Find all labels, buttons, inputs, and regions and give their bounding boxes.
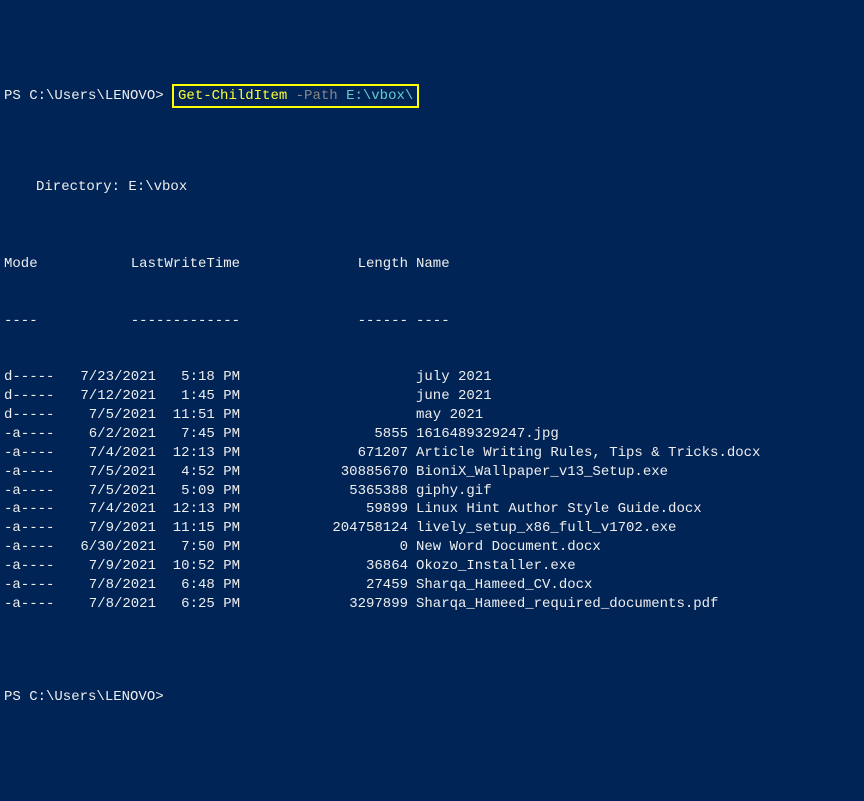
cell-mode: -a---- xyxy=(4,500,64,519)
cell-name: New Word Document.docx xyxy=(416,538,860,557)
table-row: -a---- 7/9/2021 11:15 PM204758124lively_… xyxy=(4,519,860,538)
cell-name: Article Writing Rules, Tips & Tricks.doc… xyxy=(416,444,860,463)
header-name: Name xyxy=(416,255,860,274)
cell-name: may 2021 xyxy=(416,406,860,425)
table-row: -a---- 7/4/2021 12:13 PM59899Linux Hint … xyxy=(4,500,860,519)
cell-mode: -a---- xyxy=(4,557,64,576)
cell-mode: -a---- xyxy=(4,444,64,463)
cell-datetime: 7/9/2021 11:15 PM xyxy=(64,519,248,538)
table-row: -a---- 7/8/2021 6:48 PM27459Sharqa_Hamee… xyxy=(4,576,860,595)
table-row: d----- 7/5/2021 11:51 PM may 2021 xyxy=(4,406,860,425)
cell-length xyxy=(248,406,416,425)
table-row: -a---- 6/30/2021 7:50 PM0New Word Docume… xyxy=(4,538,860,557)
cell-mode: -a---- xyxy=(4,576,64,595)
cell-mode: -a---- xyxy=(4,519,64,538)
cell-mode: -a---- xyxy=(4,463,64,482)
cell-mode: -a---- xyxy=(4,595,64,614)
cell-name: july 2021 xyxy=(416,368,860,387)
cell-name: 1616489329247.jpg xyxy=(416,425,860,444)
cell-length: 3297899 xyxy=(248,595,416,614)
cell-length: 5365388 xyxy=(248,482,416,501)
cell-length: 0 xyxy=(248,538,416,557)
cell-name: BioniX_Wallpaper_v13_Setup.exe xyxy=(416,463,860,482)
table-row: -a---- 7/5/2021 5:09 PM5365388giphy.gif xyxy=(4,482,860,501)
prompt-prefix: PS C:\Users\LENOVO> xyxy=(4,87,172,106)
cell-datetime: 7/4/2021 12:13 PM xyxy=(64,500,248,519)
cell-length: 36864 xyxy=(248,557,416,576)
cell-length: 27459 xyxy=(248,576,416,595)
table-row: -a---- 7/5/2021 4:52 PM30885670BioniX_Wa… xyxy=(4,463,860,482)
cell-datetime: 7/8/2021 6:48 PM xyxy=(64,576,248,595)
table-row: -a---- 6/2/2021 7:45 PM58551616489329247… xyxy=(4,425,860,444)
cell-datetime: 7/5/2021 4:52 PM xyxy=(64,463,248,482)
cell-mode: d----- xyxy=(4,406,64,425)
cell-name: Sharqa_Hameed_CV.docx xyxy=(416,576,860,595)
cell-datetime: 7/9/2021 10:52 PM xyxy=(64,557,248,576)
cell-length: 671207 xyxy=(248,444,416,463)
cell-datetime: 7/5/2021 11:51 PM xyxy=(64,406,248,425)
table-row: -a---- 7/9/2021 10:52 PM36864Okozo_Insta… xyxy=(4,557,860,576)
table-row: d----- 7/23/2021 5:18 PM july 2021 xyxy=(4,368,860,387)
command-param-name: -Path xyxy=(287,87,346,106)
cell-datetime: 7/5/2021 5:09 PM xyxy=(64,482,248,501)
cell-datetime: 7/4/2021 12:13 PM xyxy=(64,444,248,463)
cell-datetime: 6/2/2021 7:45 PM xyxy=(64,425,248,444)
command-cmdlet: Get-ChildItem xyxy=(178,87,287,106)
cell-length: 204758124 xyxy=(248,519,416,538)
cell-datetime: 6/30/2021 7:50 PM xyxy=(64,538,248,557)
cell-datetime: 7/12/2021 1:45 PM xyxy=(64,387,248,406)
command-param-value: E:\vbox\ xyxy=(346,87,413,106)
header-mode: Mode xyxy=(4,255,64,274)
table-row: -a---- 7/4/2021 12:13 PM671207Article Wr… xyxy=(4,444,860,463)
prompt-line[interactable]: PS C:\Users\LENOVO> Get-ChildItem -Path … xyxy=(4,84,860,109)
cell-length xyxy=(248,387,416,406)
cell-mode: -a---- xyxy=(4,538,64,557)
final-prompt[interactable]: PS C:\Users\LENOVO> xyxy=(4,688,860,707)
header-lastwrite: LastWriteTime xyxy=(64,255,248,274)
cell-mode: -a---- xyxy=(4,482,64,501)
rows-container: d----- 7/23/2021 5:18 PMjuly 2021d----- … xyxy=(4,368,860,614)
cell-length: 5855 xyxy=(248,425,416,444)
command-highlight: Get-ChildItem -Path E:\vbox\ xyxy=(172,84,419,109)
cell-length: 59899 xyxy=(248,500,416,519)
cell-name: giphy.gif xyxy=(416,482,860,501)
cell-mode: d----- xyxy=(4,387,64,406)
cell-name: Linux Hint Author Style Guide.docx xyxy=(416,500,860,519)
cell-name: Sharqa_Hameed_required_documents.pdf xyxy=(416,595,860,614)
cell-name: june 2021 xyxy=(416,387,860,406)
table-row: -a---- 7/8/2021 6:25 PM3297899Sharqa_Ham… xyxy=(4,595,860,614)
cell-datetime: 7/23/2021 5:18 PM xyxy=(64,368,248,387)
cell-length: 30885670 xyxy=(248,463,416,482)
cell-name: lively_setup_x86_full_v1702.exe xyxy=(416,519,860,538)
table-row: d----- 7/12/2021 1:45 PM june 2021 xyxy=(4,387,860,406)
table-divider: --------------------------- xyxy=(4,312,860,331)
header-length: Length xyxy=(248,255,416,274)
cell-length xyxy=(248,368,416,387)
cell-mode: d----- xyxy=(4,368,64,387)
cell-name: Okozo_Installer.exe xyxy=(416,557,860,576)
table-header: ModeLastWriteTimeLengthName xyxy=(4,255,860,274)
cell-datetime: 7/8/2021 6:25 PM xyxy=(64,595,248,614)
directory-label: Directory: E:\vbox xyxy=(4,178,860,197)
cell-mode: -a---- xyxy=(4,425,64,444)
